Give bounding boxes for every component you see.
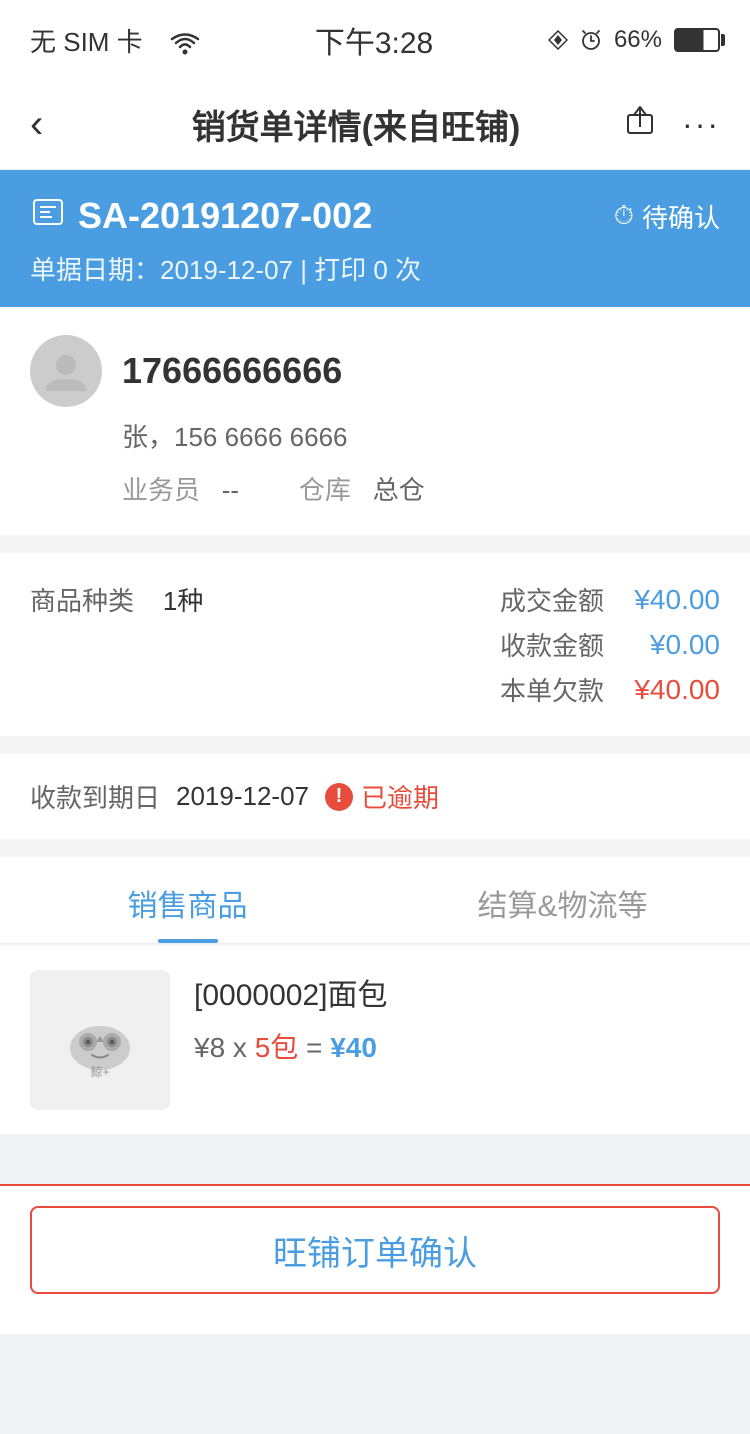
product-type-label: 商品种类 [30, 586, 134, 616]
warehouse-value: 总仓 [373, 475, 425, 505]
product-type-value: 1种 [163, 586, 203, 616]
carrier-wifi: 无 SIM 卡 [30, 22, 200, 59]
equals-text: = [298, 1032, 330, 1063]
total-text: ¥40 [330, 1032, 377, 1063]
due-amount-label: 本单欠款 [500, 671, 604, 708]
tab-settlement[interactable]: 结算&物流等 [375, 857, 750, 943]
payment-value: ¥0.00 [620, 629, 720, 661]
customer-name: 张，156 6666 6666 [122, 417, 720, 454]
wifi-icon [170, 33, 200, 55]
status-label: 待确认 [642, 198, 720, 235]
customer-meta: 业务员 -- 仓库 总仓 [122, 470, 720, 507]
due-date-card: 收款到期日 2019-12-07 ! 已逾期 [0, 754, 750, 839]
status-bar: 无 SIM 卡 下午3:28 66% [0, 0, 750, 80]
order-number: SA-20191207-002 [78, 195, 372, 237]
customer-row: 17666666666 [30, 335, 720, 407]
tab-sales-product[interactable]: 销售商品 [0, 857, 375, 943]
summary-card: 商品种类 1种 成交金额 ¥40.00 收款金额 ¥0.00 本单欠款 ¥40.… [0, 553, 750, 736]
battery-icon [674, 28, 720, 52]
more-button[interactable]: ··· [682, 106, 720, 143]
alarm-icon [580, 29, 602, 51]
battery-percent: 66% [614, 26, 662, 54]
overdue-icon: ! [325, 783, 353, 811]
location-icon [548, 30, 568, 50]
product-image: 鲸+ [50, 1000, 150, 1080]
payment-row: 收款金额 ¥0.00 [500, 626, 720, 663]
warehouse-item: 仓库 总仓 [299, 470, 425, 507]
avatar [30, 335, 102, 407]
order-id-icon [30, 194, 66, 238]
salesperson-item: 业务员 -- [122, 470, 239, 507]
product-price-row: ¥8 x 5包 = ¥40 [194, 1026, 720, 1066]
product-thumbnail: 鲸+ [30, 970, 170, 1110]
back-button[interactable]: ‹ [30, 102, 90, 147]
tab-settlement-label: 结算&物流等 [477, 890, 647, 923]
order-date: 单据日期：2019-12-07 | 打印 0 次 [30, 250, 720, 287]
clock-icon: ⏱ [614, 200, 634, 232]
bottom-button-container: 旺铺订单确认 [0, 1184, 750, 1334]
overdue-badge: ! 已逾期 [325, 778, 439, 815]
product-card: 鲸+ [0000002]面包 ¥8 x 5包 = ¥40 [0, 946, 750, 1134]
payment-label: 收款金额 [500, 626, 604, 663]
page-title: 销货单详情(来自旺铺) [192, 100, 521, 149]
salesperson-value: -- [222, 475, 239, 505]
status-icons: 66% [548, 26, 720, 54]
amount-label: 成交金额 [500, 581, 604, 618]
due-amount-row: 本单欠款 ¥40.00 [500, 671, 720, 708]
order-id: SA-20191207-002 [30, 194, 372, 238]
due-amount-value: ¥40.00 [620, 674, 720, 706]
product-info: [0000002]面包 ¥8 x 5包 = ¥40 [194, 970, 720, 1110]
amount-row: 成交金额 ¥40.00 [500, 581, 720, 618]
product-name: [0000002]面包 [194, 970, 720, 1014]
due-date-value: 2019-12-07 [176, 781, 309, 812]
order-id-row: SA-20191207-002 ⏱ 待确认 [30, 194, 720, 238]
warehouse-label: 仓库 [299, 475, 351, 505]
product-type-item: 商品种类 1种 [30, 581, 203, 618]
customer-card: 17666666666 张，156 6666 6666 业务员 -- 仓库 总仓 [0, 307, 750, 535]
share-button[interactable] [622, 103, 658, 147]
status-time: 下午3:28 [315, 18, 433, 62]
tab-sales-label: 销售商品 [128, 890, 248, 923]
nav-right-buttons: ··· [622, 103, 720, 147]
summary-right: 成交金额 ¥40.00 收款金额 ¥0.00 本单欠款 ¥40.00 [500, 581, 720, 708]
price-text: ¥8 x [194, 1032, 255, 1063]
nav-bar: ‹ 销货单详情(来自旺铺) ··· [0, 80, 750, 170]
due-date-label: 收款到期日 [30, 778, 160, 815]
overdue-text: 已逾期 [361, 778, 439, 815]
svg-text:鲸+: 鲸+ [90, 1064, 109, 1079]
customer-phone: 17666666666 [122, 350, 342, 392]
qty-text: 5包 [255, 1032, 299, 1063]
order-status: ⏱ 待确认 [614, 198, 720, 235]
summary-left: 商品种类 1种 [30, 581, 203, 618]
salesperson-label: 业务员 [122, 475, 200, 505]
confirm-order-button[interactable]: 旺铺订单确认 [30, 1206, 720, 1294]
tabs-container: 销售商品 结算&物流等 [0, 857, 750, 944]
amount-value: ¥40.00 [620, 584, 720, 616]
order-header: SA-20191207-002 ⏱ 待确认 单据日期：2019-12-07 | … [0, 170, 750, 307]
avatar-icon [42, 347, 90, 395]
